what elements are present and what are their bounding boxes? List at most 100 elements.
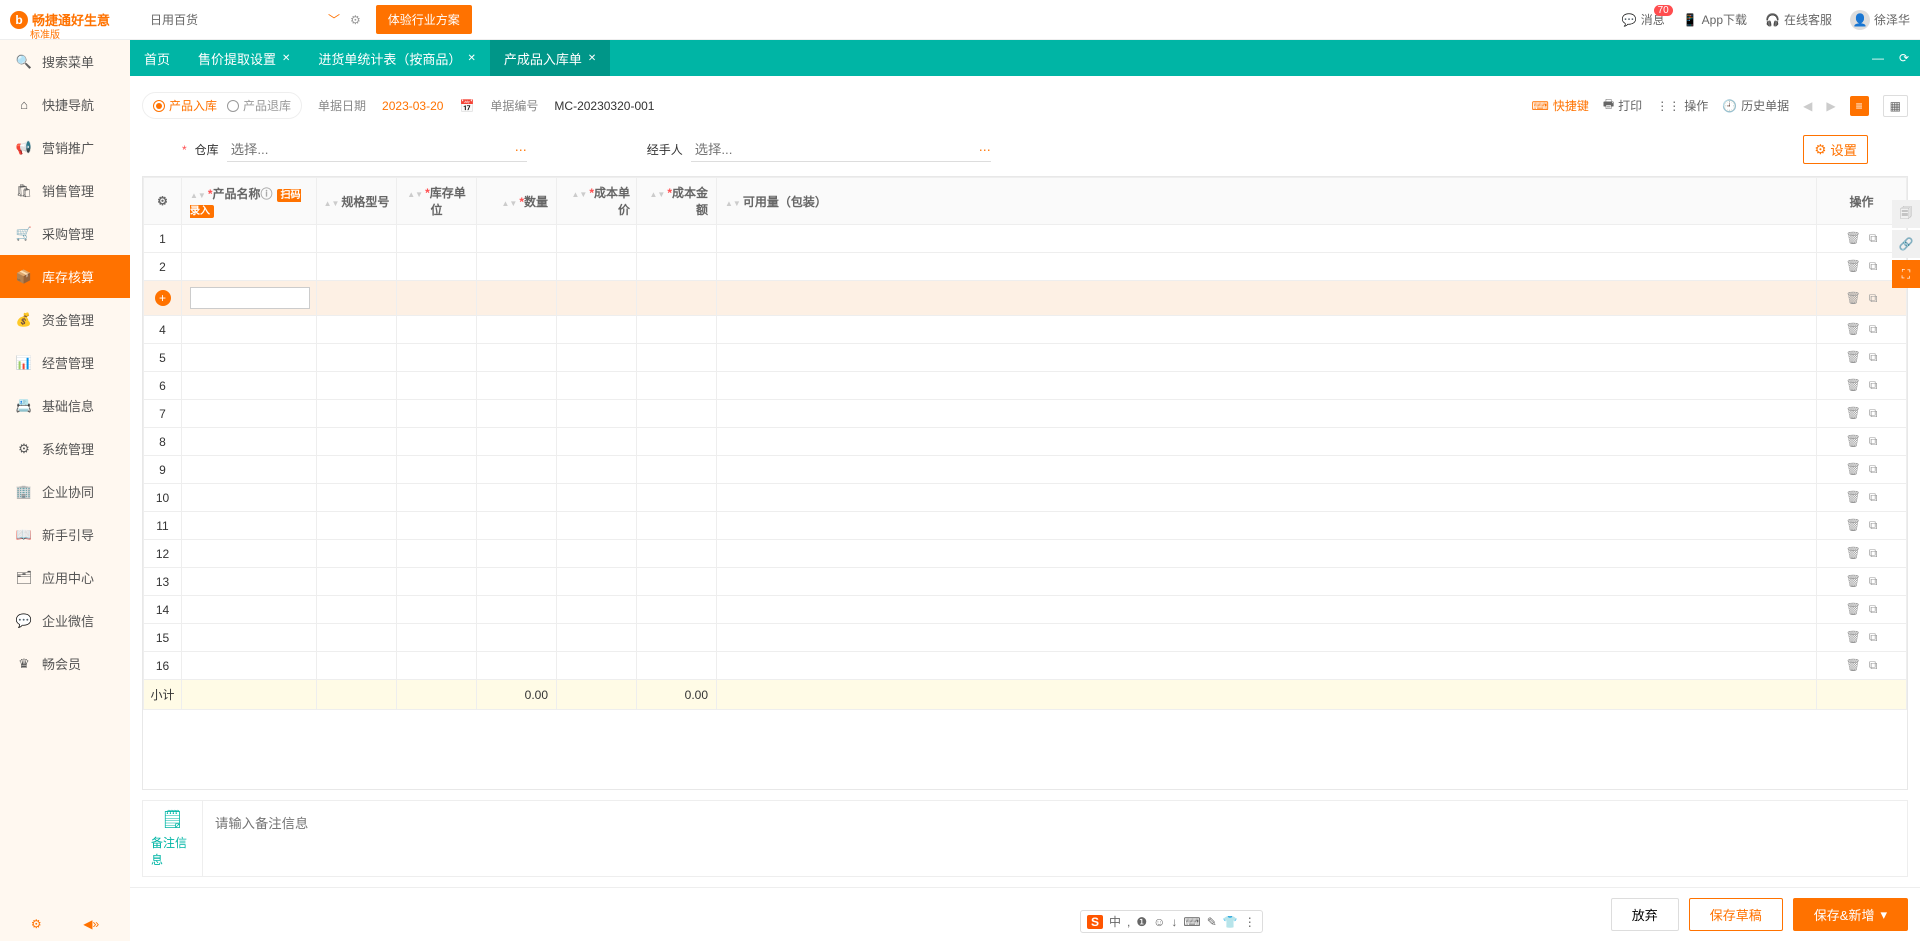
radio-product-out[interactable]: 产品退库: [227, 97, 291, 114]
delete-icon[interactable]: 🗑: [1846, 574, 1861, 588]
warehouse-input[interactable]: [227, 138, 527, 162]
sidebar-item-6[interactable]: 💰资金管理: [0, 298, 130, 341]
sidebar-item-9[interactable]: ⚙系统管理: [0, 427, 130, 470]
sort-icon[interactable]: ▲▼: [571, 192, 587, 198]
table-row[interactable]: 12🗑⧉: [144, 540, 1907, 568]
ime-item[interactable]: 👕: [1223, 915, 1238, 929]
copy-icon[interactable]: ⧉: [1869, 406, 1878, 420]
table-settings-icon[interactable]: ⚙: [157, 194, 168, 208]
sidebar-item-2[interactable]: 📢营销推广: [0, 126, 130, 169]
delete-icon[interactable]: 🗑: [1846, 406, 1861, 420]
sidebar-item-8[interactable]: 📇基础信息: [0, 384, 130, 427]
ime-item[interactable]: ,: [1127, 915, 1130, 929]
close-icon[interactable]: ✕: [588, 53, 596, 64]
help-icon[interactable]: ⓘ: [261, 187, 273, 201]
remark-input[interactable]: [203, 801, 1907, 876]
rail-expand-icon[interactable]: ⛶: [1892, 260, 1920, 288]
copy-icon[interactable]: ⧉: [1869, 658, 1878, 672]
ime-item[interactable]: ☺: [1153, 915, 1165, 929]
copy-icon[interactable]: ⧉: [1869, 574, 1878, 588]
handler-more-icon[interactable]: ⋯: [979, 143, 991, 157]
footer-collapse-icon[interactable]: ◀»: [83, 917, 99, 931]
delete-icon[interactable]: 🗑: [1846, 546, 1861, 560]
sidebar-item-0[interactable]: 🔍搜索菜单: [0, 40, 130, 83]
ime-item[interactable]: ✎: [1207, 915, 1217, 929]
table-row[interactable]: 15🗑⧉: [144, 624, 1907, 652]
delete-icon[interactable]: 🗑: [1846, 322, 1861, 336]
shortcut-button[interactable]: ⌨快捷键: [1532, 97, 1589, 114]
discard-button[interactable]: 放弃: [1611, 898, 1679, 931]
delete-icon[interactable]: 🗑: [1846, 291, 1861, 305]
copy-icon[interactable]: ⧉: [1869, 434, 1878, 448]
close-icon[interactable]: ✕: [467, 53, 475, 64]
experience-button[interactable]: 体验行业方案: [376, 5, 472, 34]
sidebar-item-11[interactable]: 📖新手引导: [0, 513, 130, 556]
ime-item[interactable]: ↓: [1171, 915, 1177, 929]
sort-icon[interactable]: ▲▼: [501, 201, 517, 207]
footer-gear-icon[interactable]: ⚙: [31, 917, 42, 931]
table-row[interactable]: 10🗑⧉: [144, 484, 1907, 512]
product-name-input[interactable]: [190, 287, 310, 309]
tab-close-all[interactable]: ⟳: [1892, 46, 1916, 70]
delete-icon[interactable]: 🗑: [1846, 231, 1861, 245]
delete-icon[interactable]: 🗑: [1846, 259, 1861, 273]
copy-icon[interactable]: ⧉: [1869, 490, 1878, 504]
sidebar-item-4[interactable]: 🛒采购管理: [0, 212, 130, 255]
sidebar-item-3[interactable]: 🛍销售管理: [0, 169, 130, 212]
sort-icon[interactable]: ▲▼: [725, 201, 741, 207]
delete-icon[interactable]: 🗑: [1846, 602, 1861, 616]
delete-icon[interactable]: 🗑: [1846, 350, 1861, 364]
ops-button[interactable]: ⋮⋮操作: [1656, 97, 1708, 114]
ime-item[interactable]: ⌨: [1183, 915, 1200, 929]
tab-3[interactable]: 产成品入库单✕: [490, 40, 610, 76]
user-menu[interactable]: 👤 徐泽华: [1850, 10, 1910, 30]
close-icon[interactable]: ✕: [282, 53, 290, 64]
table-row[interactable]: 8🗑⧉: [144, 428, 1907, 456]
copy-icon[interactable]: ⧉: [1869, 630, 1878, 644]
copy-icon[interactable]: ⧉: [1869, 518, 1878, 532]
history-button[interactable]: 🕘历史单据: [1722, 97, 1789, 114]
tab-1[interactable]: 售价提取设置✕: [184, 40, 304, 76]
table-row[interactable]: 16🗑⧉: [144, 652, 1907, 680]
sidebar-item-12[interactable]: 🗂应用中心: [0, 556, 130, 599]
sidebar-item-10[interactable]: 🏢企业协同: [0, 470, 130, 513]
delete-icon[interactable]: 🗑: [1846, 378, 1861, 392]
table-row[interactable]: 4🗑⧉: [144, 316, 1907, 344]
sidebar-item-14[interactable]: ♛畅会员: [0, 642, 130, 685]
messages-link[interactable]: 💬 消息 70: [1622, 11, 1665, 28]
delete-icon[interactable]: 🗑: [1846, 658, 1861, 672]
sort-icon[interactable]: ▲▼: [190, 193, 206, 199]
delete-icon[interactable]: 🗑: [1846, 490, 1861, 504]
sort-icon[interactable]: ▲▼: [324, 201, 340, 207]
radio-product-in[interactable]: 产品入库: [153, 97, 217, 114]
table-row[interactable]: 2🗑⧉: [144, 253, 1907, 281]
ime-item[interactable]: 中: [1109, 913, 1121, 930]
nav-next[interactable]: ▶: [1826, 99, 1835, 113]
ime-item[interactable]: ⋮: [1244, 915, 1256, 929]
copy-icon[interactable]: ⧉: [1869, 462, 1878, 476]
service-link[interactable]: 🎧 在线客服: [1765, 11, 1832, 28]
tab-0[interactable]: 首页: [130, 40, 184, 76]
sidebar-item-7[interactable]: 📊经营管理: [0, 341, 130, 384]
table-row[interactable]: 6🗑⧉: [144, 372, 1907, 400]
copy-icon[interactable]: ⧉: [1869, 322, 1878, 336]
copy-icon[interactable]: ⧉: [1869, 350, 1878, 364]
handler-input[interactable]: [691, 138, 991, 162]
copy-icon[interactable]: ⧉: [1869, 378, 1878, 392]
calendar-icon[interactable]: 📅: [459, 99, 474, 113]
sidebar-item-1[interactable]: ⌂快捷导航: [0, 83, 130, 126]
print-button[interactable]: 🖶打印: [1603, 95, 1642, 116]
copy-icon[interactable]: ⧉: [1869, 602, 1878, 616]
view-list-icon[interactable]: ≡: [1850, 96, 1869, 116]
table-row[interactable]: 13🗑⧉: [144, 568, 1907, 596]
date-value[interactable]: 2023-03-20: [382, 99, 443, 113]
delete-icon[interactable]: 🗑: [1846, 434, 1861, 448]
rail-link-icon[interactable]: 🔗: [1892, 230, 1920, 258]
delete-icon[interactable]: 🗑: [1846, 462, 1861, 476]
setting-button[interactable]: ⚙ 设置: [1803, 135, 1868, 164]
table-row[interactable]: 1🗑⧉: [144, 225, 1907, 253]
copy-icon[interactable]: ⧉: [1869, 546, 1878, 560]
nav-prev[interactable]: ◀: [1803, 99, 1812, 113]
copy-icon[interactable]: ⧉: [1869, 291, 1878, 305]
gear-icon[interactable]: ⚙: [350, 13, 361, 27]
